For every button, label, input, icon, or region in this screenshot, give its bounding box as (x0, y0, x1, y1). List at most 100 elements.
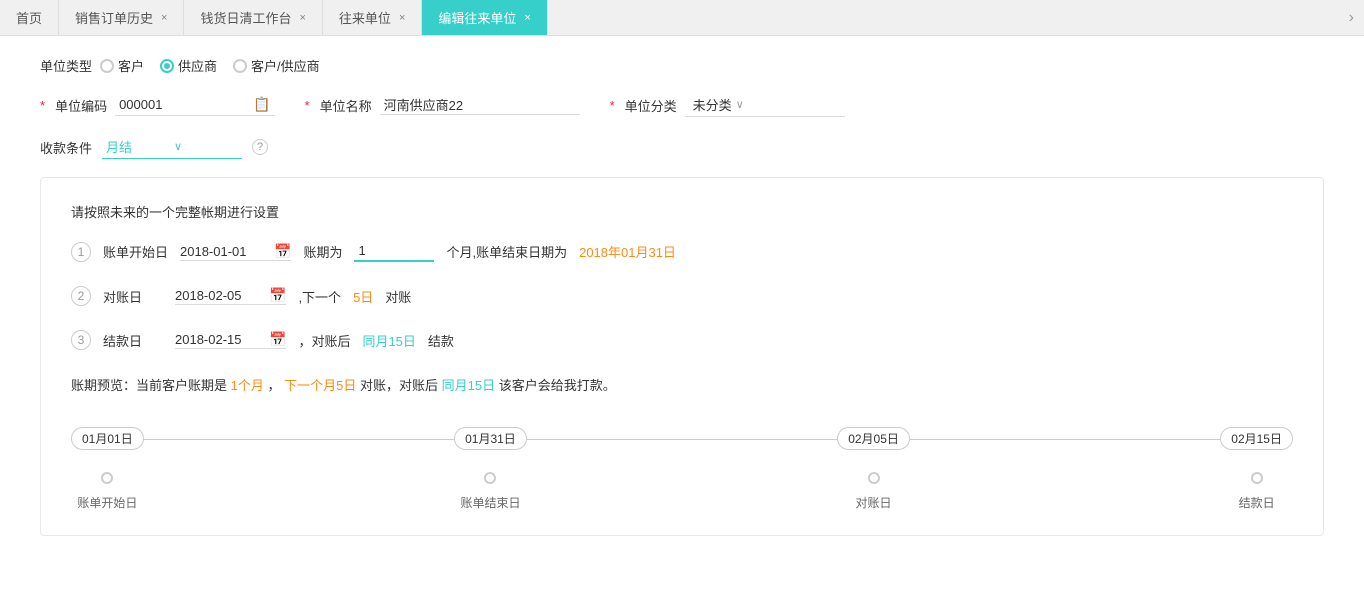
radio-supplier[interactable]: 供应商 (160, 56, 217, 75)
row-1-calendar-icon[interactable]: 📅 (274, 243, 291, 260)
payment-row: 收款条件 月结 ∨ ? (40, 135, 1324, 159)
row-2-date-wrap: 📅 (175, 287, 286, 305)
tab-contacts[interactable]: 往来单位 × (323, 0, 422, 35)
row-2-desc-suffix: 对账 (385, 287, 411, 306)
timeline-points: 01月01日 账单开始日 01月31日 账单结束日 02月05日 对账日 02月… (71, 427, 1293, 511)
row-3-date-input[interactable] (175, 332, 265, 347)
radio-both[interactable]: 客户/供应商 (233, 56, 320, 75)
tl-desc-3: 结款日 (1239, 494, 1275, 511)
row-2-date-input[interactable] (175, 288, 265, 303)
row-1-date-wrap: 📅 (180, 243, 291, 261)
unit-category-arrow-icon: ∨ (736, 98, 744, 111)
payment-condition-dropdown[interactable]: 月结 ∨ (102, 135, 242, 159)
row-3-desc-highlight: 同月15日 (362, 331, 415, 350)
tab-edit-contact-label: 编辑往来单位 (438, 8, 516, 27)
unit-category-dropdown[interactable]: 未分类 ∨ (685, 93, 845, 117)
tab-contacts-close[interactable]: × (399, 12, 405, 24)
radio-group: 客户 供应商 客户/供应商 (100, 56, 320, 75)
card-title: 请按照未来的一个完整帐期进行设置 (71, 202, 1293, 221)
row-3-calendar-icon[interactable]: 📅 (269, 331, 286, 348)
tl-dot-2 (868, 472, 880, 484)
unit-category-item: * 单位分类 未分类 ∨ (610, 93, 845, 117)
row-2-label: 对账日 (103, 287, 163, 306)
preview-part1: 1个月 (231, 378, 264, 393)
tab-sales-history-close[interactable]: × (161, 12, 167, 24)
tab-home[interactable]: 首页 (0, 0, 59, 35)
settings-card: 请按照未来的一个完整帐期进行设置 1 账单开始日 📅 账期为 个月,账单结束日期… (40, 177, 1324, 536)
row-1-period-end: 2018年01月31日 (579, 242, 676, 261)
tl-dot-1 (484, 472, 496, 484)
radio-customer-label: 客户 (118, 56, 144, 75)
radio-both-circle (233, 59, 247, 73)
preview-part3: 同月15日 (442, 378, 495, 393)
payment-condition-arrow-icon: ∨ (174, 140, 238, 153)
unit-category-star: * (610, 98, 615, 113)
tab-bar: 首页 销售订单历史 × 钱货日清工作台 × 往来单位 × 编辑往来单位 × › (0, 0, 1364, 36)
help-icon[interactable]: ? (252, 139, 268, 155)
row-3-date-wrap: 📅 (175, 331, 286, 349)
tl-desc-2: 对账日 (856, 494, 892, 511)
row-3: 3 结款日 📅 ，对账后 同月15日 结款 (71, 330, 1293, 350)
tl-dot-3 (1251, 472, 1263, 484)
preview-text: 账期预览：当前客户账期是 1个月 ， 下一个月5日 对账，对账后 同月15日 该… (71, 374, 1293, 397)
row-1-date-input[interactable] (180, 244, 270, 259)
row-3-desc-prefix: ，对账后 (298, 331, 350, 350)
row-2-calendar-icon[interactable]: 📅 (269, 287, 286, 304)
main-content: 单位类型 客户 供应商 客户/供应商 * 单位编码 (0, 36, 1364, 608)
row-1-period-unit: 个月,账单结束日期为 (446, 242, 567, 261)
tab-cash-work-label: 钱货日清工作台 (200, 8, 291, 27)
tab-cash-work-close[interactable]: × (299, 12, 305, 24)
code-name-cat-row: * 单位编码 📋 * 单位名称 * 单位分类 未分类 ∨ (40, 93, 1324, 117)
tl-label-0: 01月01日 (71, 427, 144, 450)
radio-supplier-label: 供应商 (178, 56, 217, 75)
row-1-period-label: 账期为 (303, 242, 342, 261)
tl-desc-0: 账单开始日 (77, 494, 137, 511)
tl-point-2: 02月05日 对账日 (837, 427, 910, 511)
preview-suffix: 该客户会给我打款。 (499, 378, 616, 393)
tab-contacts-label: 往来单位 (339, 8, 391, 27)
unit-category-label: 单位分类 (625, 96, 677, 115)
unit-code-input-wrap: 📋 (115, 94, 274, 116)
unit-name-item: * 单位名称 (305, 95, 580, 115)
row-2-num: 2 (71, 286, 91, 306)
tl-label-3: 02月15日 (1220, 427, 1293, 450)
unit-code-item: * 单位编码 📋 (40, 94, 275, 116)
preview-prefix: 账期预览：当前客户账期是 (71, 378, 227, 393)
payment-condition-value: 月结 (106, 137, 170, 156)
tl-point-0: 01月01日 账单开始日 (71, 427, 144, 511)
unit-name-star: * (305, 98, 310, 113)
tab-cash-work[interactable]: 钱货日清工作台 × (184, 0, 322, 35)
tl-label-2: 02月05日 (837, 427, 910, 450)
tab-sales-history[interactable]: 销售订单历史 × (59, 0, 184, 35)
tl-point-3: 02月15日 结款日 (1220, 427, 1293, 511)
unit-type-item: 单位类型 客户 供应商 客户/供应商 (40, 56, 320, 75)
radio-supplier-circle (160, 59, 174, 73)
tab-sales-history-label: 销售订单历史 (75, 8, 153, 27)
unit-code-input[interactable] (119, 97, 249, 112)
row-3-desc-suffix: 结款 (428, 331, 454, 350)
unit-category-value: 未分类 (693, 95, 732, 114)
unit-type-row: 单位类型 客户 供应商 客户/供应商 (40, 56, 1324, 75)
row-1-label: 账单开始日 (103, 242, 168, 261)
preview-sep2: 对账，对账后 (360, 378, 438, 393)
row-2: 2 对账日 📅 ,下一个 5日 对账 (71, 286, 1293, 306)
tl-point-1: 01月31日 账单结束日 (454, 427, 527, 511)
unit-name-input[interactable] (380, 95, 580, 115)
row-1-period-input[interactable] (354, 241, 434, 262)
row-2-desc-prefix: ,下一个 (298, 287, 341, 306)
unit-code-label: 单位编码 (55, 96, 107, 115)
unit-code-calendar-icon[interactable]: 📋 (253, 96, 270, 113)
row-1-num: 1 (71, 242, 91, 262)
row-1: 1 账单开始日 📅 账期为 个月,账单结束日期为 2018年01月31日 (71, 241, 1293, 262)
tab-more-button[interactable]: › (1339, 0, 1364, 35)
preview-part2: 下一个月5日 (284, 378, 356, 393)
payment-condition-label: 收款条件 (40, 138, 92, 157)
tab-edit-contact[interactable]: 编辑往来单位 × (422, 0, 547, 35)
tab-edit-contact-close[interactable]: × (524, 12, 530, 24)
tab-home-label: 首页 (16, 8, 42, 27)
timeline-bar: 01月01日 账单开始日 01月31日 账单结束日 02月05日 对账日 02月… (71, 417, 1293, 511)
radio-both-label: 客户/供应商 (251, 56, 320, 75)
unit-code-star: * (40, 98, 45, 113)
radio-customer[interactable]: 客户 (100, 56, 144, 75)
radio-customer-circle (100, 59, 114, 73)
